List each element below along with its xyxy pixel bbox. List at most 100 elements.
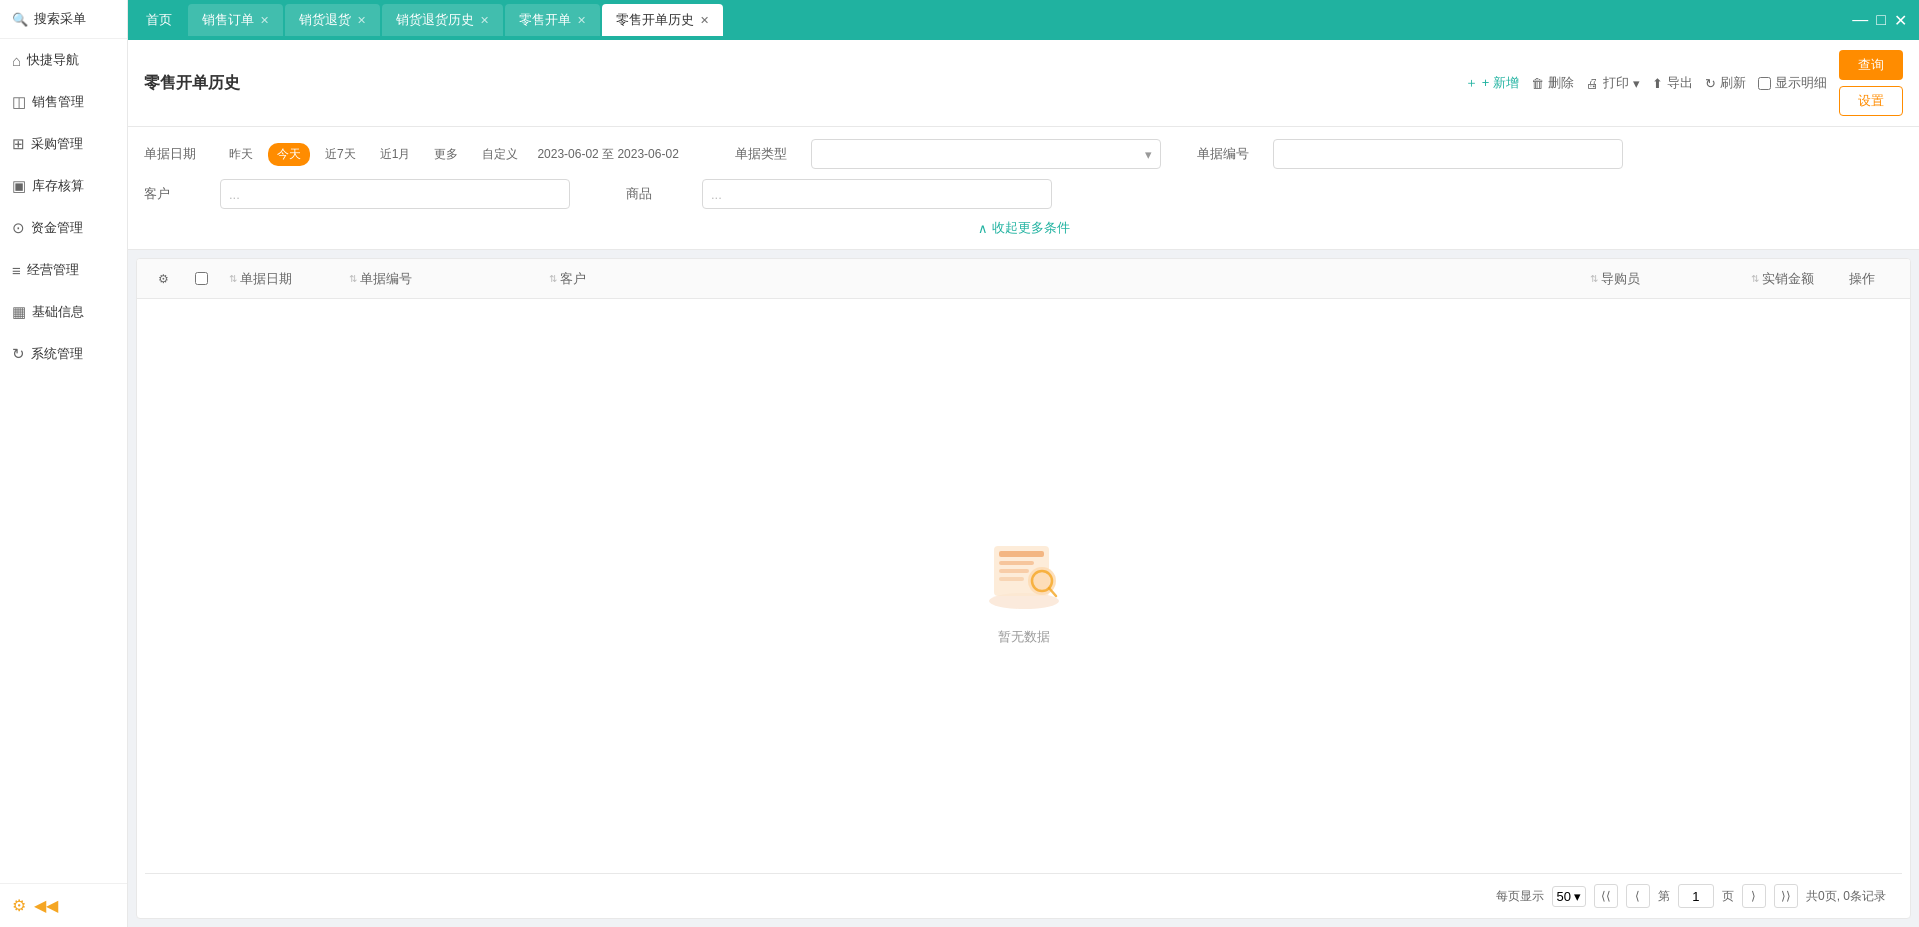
goods-label: 商品	[626, 185, 686, 203]
select-all-checkbox[interactable]	[195, 272, 208, 285]
sidebar-item-operations[interactable]: ≡ 经营管理	[0, 249, 127, 291]
date-btn-more[interactable]: 更多	[425, 143, 467, 166]
total-info: 共0页, 0条记录	[1806, 888, 1886, 905]
tab-retail-history[interactable]: 零售开单历史 ✕	[602, 4, 723, 36]
home-icon: ⌂	[12, 52, 21, 69]
date-btn-7days[interactable]: 近7天	[316, 143, 365, 166]
date-btn-today[interactable]: 今天	[268, 143, 310, 166]
sidebar-search-label: 搜索采单	[34, 10, 86, 28]
collapse-filters-btn[interactable]: ∧ 收起更多条件	[144, 219, 1903, 237]
add-label: + 新增	[1482, 74, 1519, 92]
th-guide: ⇅ 导购员	[1582, 270, 1702, 288]
date-btn-yesterday[interactable]: 昨天	[220, 143, 262, 166]
empty-text: 暂无数据	[998, 628, 1050, 646]
refresh-label: 刷新	[1720, 74, 1746, 92]
settings-icon[interactable]: ⚙	[12, 896, 26, 915]
minimize-icon[interactable]: —	[1852, 11, 1868, 29]
collapse-sidebar-icon[interactable]: ◀◀	[34, 896, 58, 915]
tab-home[interactable]: 首页	[132, 4, 186, 36]
th-order-no-label: 单据编号	[360, 270, 412, 288]
collapse-up-icon: ∧	[978, 221, 988, 236]
last-page-btn[interactable]: ⟩⟩	[1774, 884, 1798, 908]
date-filter-buttons: 昨天 今天 近7天 近1月 更多 自定义 2023-06-02 至 2023-0…	[220, 143, 679, 166]
sidebar-item-sales-mgmt[interactable]: ◫ 销售管理	[0, 81, 127, 123]
sidebar-item-finance[interactable]: ⊙ 资金管理	[0, 207, 127, 249]
tab-return-goods[interactable]: 销货退货 ✕	[285, 4, 380, 36]
sidebar-item-purchase-mgmt[interactable]: ⊞ 采购管理	[0, 123, 127, 165]
set-button[interactable]: 设置	[1839, 86, 1903, 116]
sidebar: 🔍 搜索采单 ⌂ 快捷导航 ◫ 销售管理 ⊞ 采购管理 ▣ 库存核算 ⊙ 资金管…	[0, 0, 128, 927]
order-type-dropdown-icon: ▾	[1145, 147, 1152, 162]
svg-rect-4	[999, 569, 1029, 573]
table-header: ⚙ ⇅ 单据日期 ⇅ 单据编号 ⇅ 客户 ⇅ 导购员	[137, 259, 1910, 299]
sidebar-search[interactable]: 🔍 搜索采单	[0, 0, 127, 39]
svg-rect-2	[999, 551, 1044, 557]
window-controls: — □ ✕	[1852, 11, 1915, 30]
sort-icon[interactable]: ⇅	[229, 273, 237, 284]
sidebar-item-sys-mgmt[interactable]: ↻ 系统管理	[0, 333, 127, 375]
refresh-button[interactable]: ↻ 刷新	[1705, 74, 1746, 92]
customer-input[interactable]: ...	[220, 179, 570, 209]
maximize-icon[interactable]: □	[1876, 11, 1886, 29]
per-page-select[interactable]: 50 ▾	[1552, 886, 1586, 907]
empty-state: 暂无数据	[974, 526, 1074, 646]
search-icon: 🔍	[12, 12, 28, 27]
close-icon[interactable]: ✕	[1894, 11, 1907, 30]
delete-label: 删除	[1548, 74, 1574, 92]
prev-page-btn[interactable]: ⟨	[1626, 884, 1650, 908]
sort-icon-order[interactable]: ⇅	[349, 273, 357, 284]
sidebar-item-label: 采购管理	[31, 135, 83, 153]
per-page-dropdown-icon: ▾	[1574, 889, 1581, 904]
sort-icon-customer[interactable]: ⇅	[549, 273, 557, 284]
export-label: 导出	[1667, 74, 1693, 92]
sidebar-bottom: ⚙ ◀◀	[0, 883, 127, 927]
tab-retail-open[interactable]: 零售开单 ✕	[505, 4, 600, 36]
tab-sales-order-close[interactable]: ✕	[260, 14, 269, 27]
next-page-btn[interactable]: ⟩	[1742, 884, 1766, 908]
display-detail-input[interactable]	[1758, 77, 1771, 90]
display-detail-label: 显示明细	[1775, 74, 1827, 92]
sort-icon-amount[interactable]: ⇅	[1751, 273, 1759, 284]
date-filter-label: 单据日期	[144, 145, 204, 163]
tab-return-history[interactable]: 销货退货历史 ✕	[382, 4, 503, 36]
tab-retail-open-close[interactable]: ✕	[577, 14, 586, 27]
select-all-checkbox-th[interactable]	[181, 272, 221, 285]
add-button[interactable]: ＋ + 新增	[1465, 74, 1519, 92]
order-no-input[interactable]	[1273, 139, 1623, 169]
sys-icon: ↻	[12, 345, 25, 363]
tab-return-goods-label: 销货退货	[299, 11, 351, 29]
print-icon: 🖨	[1586, 76, 1599, 91]
add-icon: ＋	[1465, 74, 1478, 92]
delete-icon: 🗑	[1531, 76, 1544, 91]
sort-icon-guide[interactable]: ⇅	[1590, 273, 1598, 284]
sidebar-item-basic-info[interactable]: ▦ 基础信息	[0, 291, 127, 333]
tab-return-goods-close[interactable]: ✕	[357, 14, 366, 27]
sidebar-item-inventory[interactable]: ▣ 库存核算	[0, 165, 127, 207]
tab-return-history-close[interactable]: ✕	[480, 14, 489, 27]
first-page-btn[interactable]: ⟨⟨	[1594, 884, 1618, 908]
current-page-input[interactable]: 1	[1678, 884, 1714, 908]
order-type-select[interactable]: ▾	[811, 139, 1161, 169]
query-button[interactable]: 查询	[1839, 50, 1903, 80]
goods-input[interactable]: ...	[702, 179, 1052, 209]
filter-row-2: 客户 ... 商品 ...	[144, 179, 1903, 209]
date-range-display: 2023-06-02 至 2023-06-02	[537, 146, 678, 163]
delete-button[interactable]: 🗑 删除	[1531, 74, 1574, 92]
th-action-label: 操作	[1849, 270, 1875, 288]
ops-icon: ≡	[12, 262, 21, 279]
column-settings-btn[interactable]: ⚙	[145, 272, 181, 286]
date-btn-custom[interactable]: 自定义	[473, 143, 527, 166]
date-btn-1month[interactable]: 近1月	[371, 143, 420, 166]
tab-return-history-label: 销货退货历史	[396, 11, 474, 29]
tab-retail-history-close[interactable]: ✕	[700, 14, 709, 27]
page-label: 页	[1722, 888, 1734, 905]
tab-retail-open-label: 零售开单	[519, 11, 571, 29]
tab-sales-order[interactable]: 销售订单 ✕	[188, 4, 283, 36]
print-button[interactable]: 🖨 打印 ▾	[1586, 74, 1640, 92]
content-area: 零售开单历史 ＋ + 新增 🗑 删除 🖨 打印 ▾ ⬆ 导出	[128, 40, 1919, 927]
export-button[interactable]: ⬆ 导出	[1652, 74, 1693, 92]
display-detail-checkbox[interactable]: 显示明细	[1758, 74, 1827, 92]
tab-bar: 首页 销售订单 ✕ 销货退货 ✕ 销货退货历史 ✕ 零售开单 ✕ 零售开单历史 …	[128, 0, 1919, 40]
th-order-no: ⇅ 单据编号	[341, 270, 541, 288]
sidebar-item-quick-nav[interactable]: ⌂ 快捷导航	[0, 39, 127, 81]
